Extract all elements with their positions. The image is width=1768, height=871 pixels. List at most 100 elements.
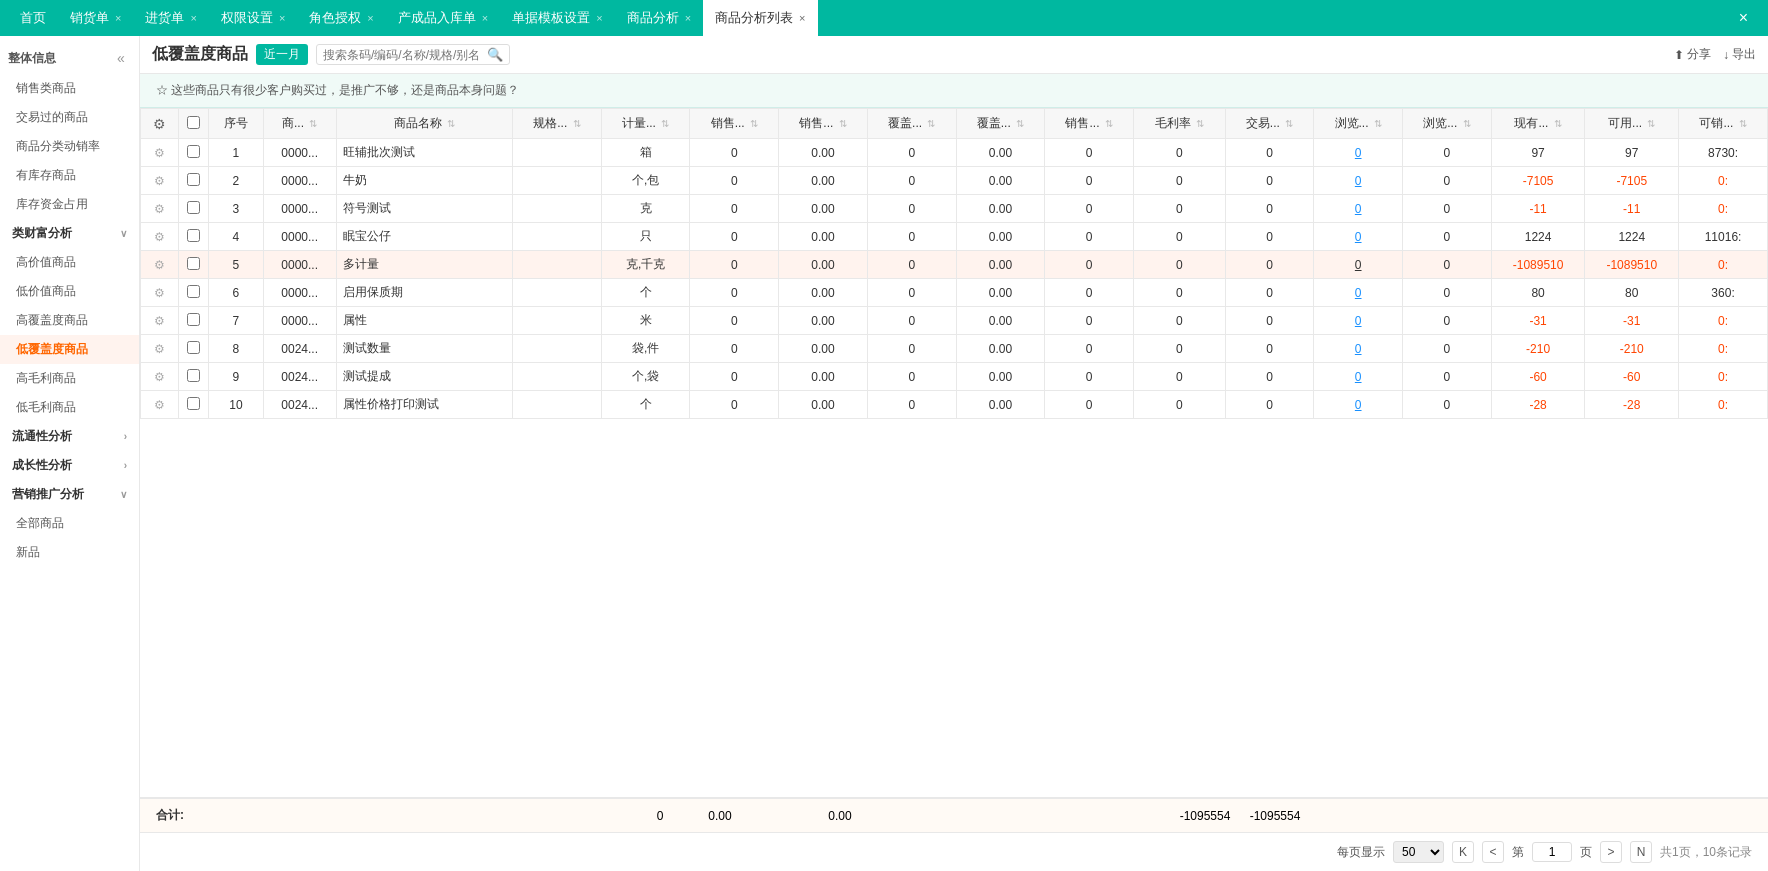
close-icon[interactable]: × [367,12,373,24]
close-icon[interactable]: × [596,12,602,24]
close-icon[interactable]: × [799,12,805,24]
sidebar-item-stock-capital[interactable]: 库存资金占用 [0,190,139,219]
sidebar-item-category-rate[interactable]: 商品分类动销率 [0,132,139,161]
nav-role-auth[interactable]: 角色授权 × [297,0,385,36]
sidebar-item-sales-goods[interactable]: 销售类商品 [0,74,139,103]
row-checkbox-cell[interactable] [179,195,209,223]
row-checkbox[interactable] [187,369,200,382]
row-checkbox[interactable] [187,173,200,186]
page-number-input[interactable] [1532,842,1572,862]
close-icon[interactable]: × [482,12,488,24]
browse1-cell[interactable]: 0 [1314,335,1403,363]
first-page-button[interactable]: K [1452,841,1474,863]
row-checkbox[interactable] [187,257,200,270]
close-icon[interactable]: × [115,12,121,24]
row-checkbox-cell[interactable] [179,363,209,391]
row-checkbox-cell[interactable] [179,335,209,363]
row-checkbox[interactable] [187,397,200,410]
settings-cell[interactable]: ⚙ [141,251,179,279]
nav-purchase-order[interactable]: 进货单 × [133,0,208,36]
browse1-cell[interactable]: 0 [1314,279,1403,307]
window-close-button[interactable]: × [1727,9,1760,27]
row-checkbox-cell[interactable] [179,139,209,167]
name-col-header[interactable]: 商品名称 ⇅ [336,109,512,139]
next-page-button[interactable]: > [1600,841,1622,863]
sidebar-item-all-goods[interactable]: 全部商品 [0,509,139,538]
settings-cell[interactable]: ⚙ [141,279,179,307]
code-col-header[interactable]: 商... ⇅ [263,109,336,139]
settings-cell[interactable]: ⚙ [141,307,179,335]
sidebar-item-high-value[interactable]: 高价值商品 [0,248,139,277]
collapse-sidebar-button[interactable]: « [111,48,131,68]
sidebar-item-traded-goods[interactable]: 交易过的商品 [0,103,139,132]
nav-template-settings[interactable]: 单据模板设置 × [500,0,614,36]
date-filter-button[interactable]: 近一月 [256,44,308,65]
nav-home[interactable]: 首页 [8,0,58,36]
nav-product-analysis-list[interactable]: 商品分析列表 × [703,0,817,36]
row-checkbox-cell[interactable] [179,251,209,279]
sales-amt-col-header[interactable]: 销售... ⇅ [779,109,868,139]
row-checkbox-cell[interactable] [179,167,209,195]
settings-col-header[interactable]: ⚙ [141,109,179,139]
cover2-col-header[interactable]: 覆盖... ⇅ [956,109,1045,139]
search-input[interactable] [323,48,483,62]
sales2-col-header[interactable]: 销售... ⇅ [1045,109,1134,139]
sidebar-group-circulation[interactable]: 流通性分析 › [0,422,139,451]
trade-col-header[interactable]: 交易... ⇅ [1225,109,1314,139]
browse1-col-header[interactable]: 浏览... ⇅ [1314,109,1403,139]
sidebar-group-wealth[interactable]: 类财富分析 ∨ [0,219,139,248]
row-checkbox-cell[interactable] [179,391,209,419]
close-icon[interactable]: × [190,12,196,24]
row-checkbox-cell[interactable] [179,279,209,307]
settings-cell[interactable]: ⚙ [141,167,179,195]
browse1-cell[interactable]: 0 [1314,391,1403,419]
row-checkbox-cell[interactable] [179,223,209,251]
browse1-cell[interactable]: 0 [1314,307,1403,335]
sidebar-group-growth[interactable]: 成长性分析 › [0,451,139,480]
settings-cell[interactable]: ⚙ [141,335,179,363]
close-icon[interactable]: × [279,12,285,24]
nav-permission-settings[interactable]: 权限设置 × [209,0,297,36]
export-button[interactable]: ↓ 导出 [1723,46,1756,63]
settings-cell[interactable]: ⚙ [141,363,179,391]
close-icon[interactable]: × [685,12,691,24]
sidebar-item-stock-goods[interactable]: 有库存商品 [0,161,139,190]
sidebar-item-low-coverage[interactable]: 低覆盖度商品 [0,335,139,364]
per-page-select[interactable]: 50 10 20 100 [1393,841,1444,863]
last-page-button[interactable]: N [1630,841,1652,863]
row-checkbox-cell[interactable] [179,307,209,335]
search-icon[interactable]: 🔍 [487,47,503,62]
browse1-cell[interactable]: 0 [1314,195,1403,223]
browse1-cell[interactable]: 0 [1314,223,1403,251]
cover1-col-header[interactable]: 覆盖... ⇅ [867,109,956,139]
browse1-cell[interactable]: 0 [1314,167,1403,195]
select-all-checkbox[interactable] [187,116,200,129]
browse1-cell[interactable]: 0 [1314,139,1403,167]
sidebar-item-low-value[interactable]: 低价值商品 [0,277,139,306]
sidebar-item-high-coverage[interactable]: 高覆盖度商品 [0,306,139,335]
prev-page-button[interactable]: < [1482,841,1504,863]
row-checkbox[interactable] [187,341,200,354]
sidebar-item-new-goods[interactable]: 新品 [0,538,139,567]
sellable-col-header[interactable]: 可销... ⇅ [1679,109,1768,139]
checkbox-col-header[interactable] [179,109,209,139]
current-col-header[interactable]: 现有... ⇅ [1491,109,1585,139]
sidebar-item-high-margin[interactable]: 高毛利商品 [0,364,139,393]
row-checkbox[interactable] [187,145,200,158]
spec-col-header[interactable]: 规格... ⇅ [513,109,602,139]
nav-product-analysis[interactable]: 商品分析 × [615,0,703,36]
share-button[interactable]: ⬆ 分享 [1674,46,1711,63]
sales-qty-col-header[interactable]: 销售... ⇅ [690,109,779,139]
browse1-cell[interactable]: 0 [1314,363,1403,391]
browse2-col-header[interactable]: 浏览... ⇅ [1403,109,1492,139]
settings-cell[interactable]: ⚙ [141,195,179,223]
settings-cell[interactable]: ⚙ [141,139,179,167]
row-checkbox[interactable] [187,313,200,326]
row-checkbox[interactable] [187,285,200,298]
sidebar-item-low-margin[interactable]: 低毛利商品 [0,393,139,422]
gross-rate-col-header[interactable]: 毛利率 ⇅ [1134,109,1226,139]
sidebar-group-marketing[interactable]: 营销推广分析 ∨ [0,480,139,509]
row-checkbox[interactable] [187,201,200,214]
nav-sales-order[interactable]: 销货单 × [58,0,133,36]
settings-cell[interactable]: ⚙ [141,223,179,251]
